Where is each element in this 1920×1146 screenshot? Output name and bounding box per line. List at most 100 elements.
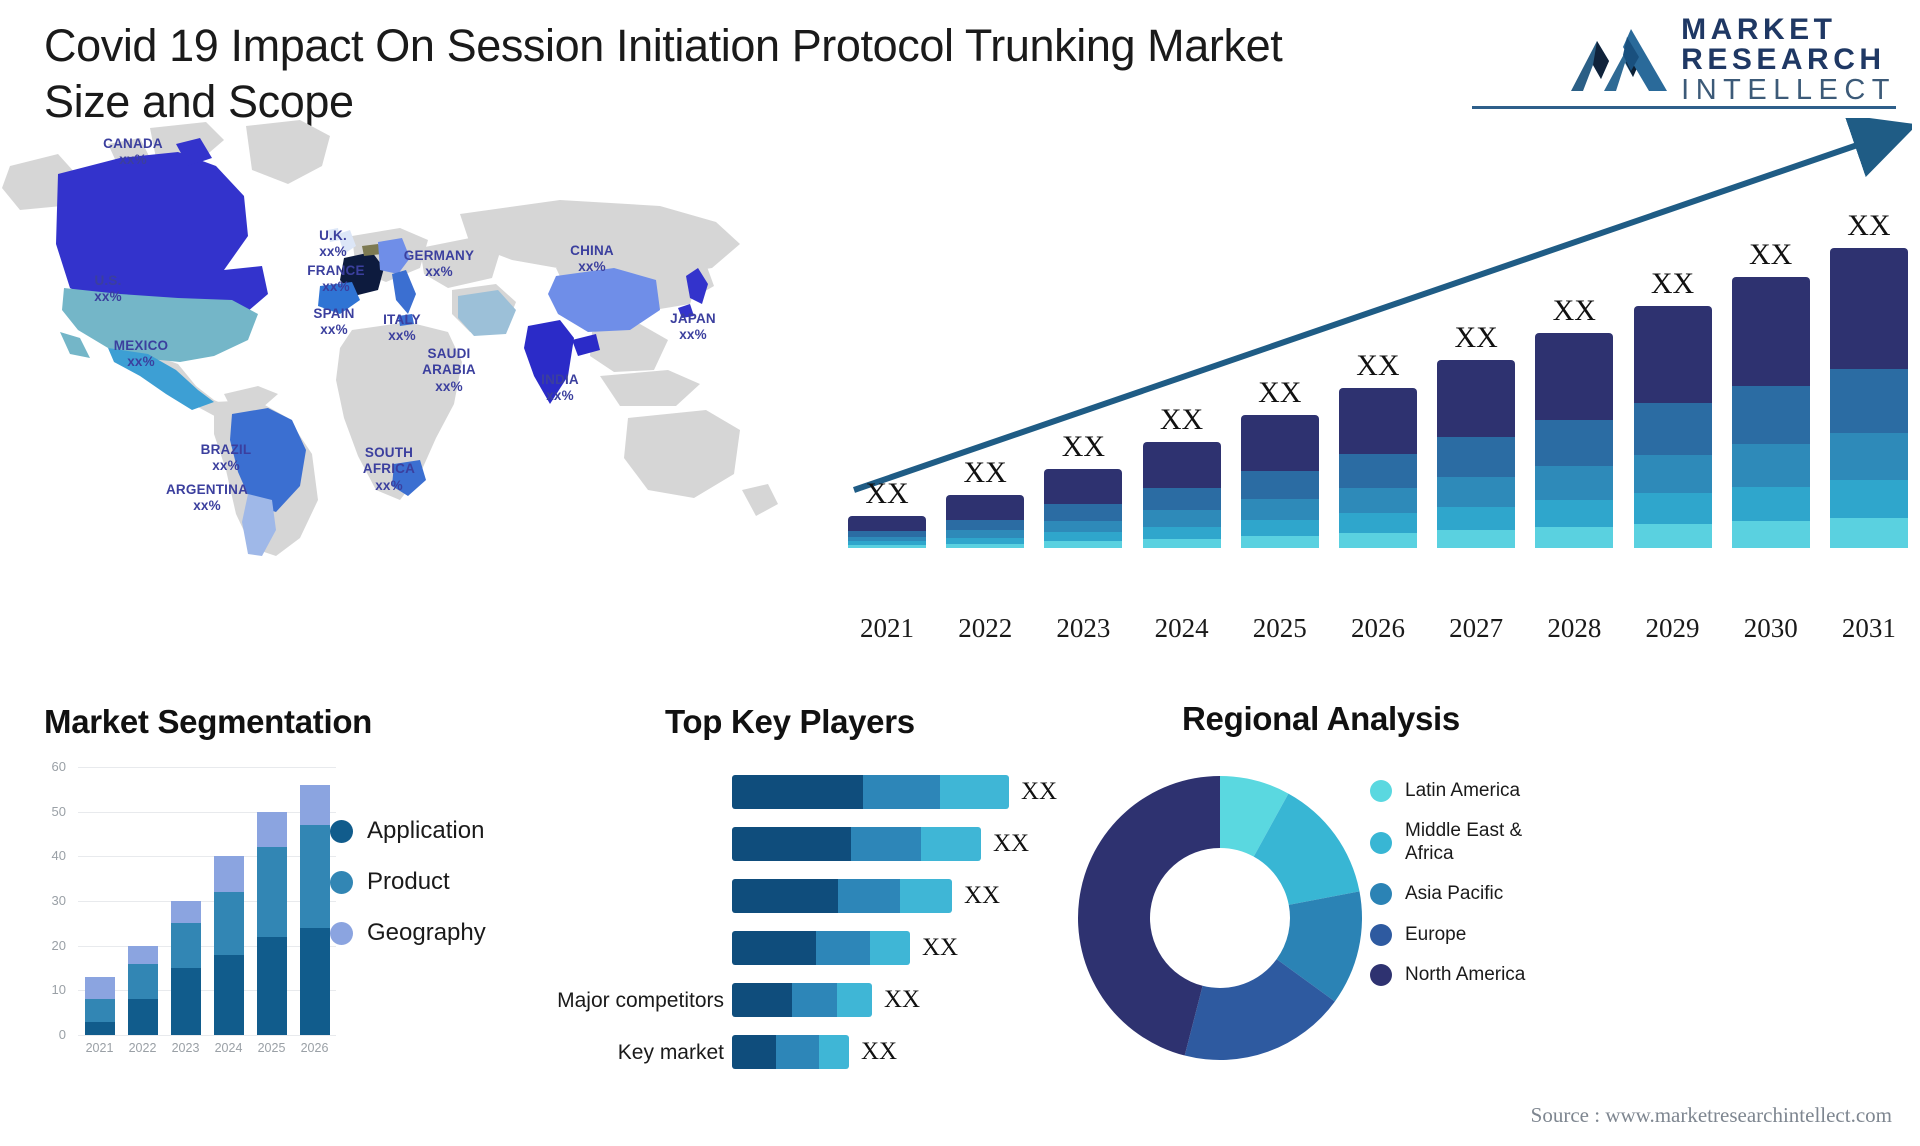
- key-player-value: XX: [922, 934, 959, 961]
- forecast-bar-segment-segment-2: [1633, 403, 1712, 455]
- regional-legend-item[interactable]: Middle East & Africa: [1370, 820, 1610, 865]
- forecast-bar-segment-segment-5: [1829, 518, 1908, 548]
- forecast-bar-stack: [1142, 442, 1221, 548]
- forecast-bar-2025: XX: [1240, 376, 1319, 548]
- market-size-forecast-chart: XX XX XX XX XX XX XX XX XX XX XX: [840, 118, 1912, 548]
- forecast-bar-segment-segment-4: [1142, 526, 1221, 540]
- forecast-bar-stack: [1535, 332, 1614, 548]
- market-segmentation-chart: 0 10 20 30 40 50 60 2021 2022 2023 2024 2025 2026 A…: [30, 755, 530, 1095]
- forecast-year-label: 2029: [1645, 613, 1700, 643]
- forecast-bar-value: XX: [963, 455, 1007, 489]
- regional-legend: Latin America Middle East & Africa Asia Pa…: [1370, 780, 1610, 987]
- key-player-segment-segment-3: [870, 931, 910, 965]
- key-player-bar: [732, 879, 952, 913]
- legend-swatch-icon: [1370, 964, 1392, 987]
- key-player-segment-segment-2: [792, 983, 837, 1017]
- map-label-mexico: MEXICO xx%: [96, 338, 186, 371]
- forecast-bar-segment-segment-3: [1338, 488, 1417, 514]
- regional-legend-label: Europe: [1405, 923, 1467, 945]
- map-label-germany: GERMANY xx%: [394, 248, 484, 281]
- forecast-year-label: 2022: [958, 613, 1013, 643]
- forecast-bar-2026: XX: [1338, 348, 1417, 548]
- map-country-name: SOUTH AFRICA: [362, 445, 416, 477]
- forecast-bar-segment-segment-3: [1829, 432, 1908, 480]
- forecast-bar-segment-segment-3: [1535, 465, 1614, 500]
- segmentation-legend-item[interactable]: Product: [330, 868, 486, 896]
- forecast-year-label: 2024: [1154, 613, 1209, 643]
- forecast-bar-segment-segment-4: [1044, 532, 1123, 542]
- forecast-year-label: 2030: [1743, 613, 1798, 643]
- forecast-bar-value: XX: [1356, 348, 1400, 382]
- legend-swatch-icon: [330, 921, 353, 945]
- segmentation-plot: [78, 767, 336, 1036]
- forecast-bar-segment-segment-1: [1240, 415, 1319, 472]
- map-country-value: xx%: [319, 244, 347, 260]
- forecast-bar-segment-segment-5: [848, 545, 926, 548]
- map-label-saudi-arabia: SAUDI ARABIA xx%: [412, 346, 486, 395]
- segmentation-segment-geography: [127, 945, 158, 964]
- world-map-panel: CANADA xx% U.S. xx% MEXICO xx% BRAZIL xx% ARGENT…: [0, 118, 820, 558]
- legend-swatch-icon: [330, 819, 353, 843]
- segmentation-bar-2022: [127, 945, 158, 1035]
- forecast-bar-stack: [1240, 415, 1319, 548]
- forecast-bar-segment-segment-2: [1142, 488, 1221, 511]
- map-country-value: xx%: [320, 322, 348, 338]
- segmentation-segment-geography: [213, 856, 244, 893]
- forecast-bar-segment-segment-4: [1633, 493, 1712, 525]
- forecast-bar-segment-segment-1: [1338, 387, 1417, 455]
- forecast-bar-stack: [1633, 305, 1712, 548]
- segmentation-x-tick: 2021: [85, 1041, 114, 1055]
- key-player-segment-segment-1: [732, 827, 851, 861]
- segmentation-segment-product: [256, 847, 287, 937]
- segmentation-x-tick: 2024: [214, 1041, 243, 1055]
- forecast-bar-segment-segment-5: [1437, 530, 1516, 548]
- map-label-u-s: U.S. xx%: [78, 273, 138, 306]
- forecast-bar-2028: XX: [1535, 294, 1614, 548]
- forecast-bar-segment-segment-1: [946, 494, 1025, 520]
- forecast-bar-segment-segment-2: [946, 519, 1025, 531]
- key-player-row: XX: [732, 827, 1029, 861]
- segmentation-y-tick: 50: [51, 803, 66, 819]
- segmentation-x-tick: 2023: [171, 1041, 200, 1055]
- regional-legend-item[interactable]: Latin America: [1370, 780, 1610, 803]
- segmentation-segment-application: [213, 954, 244, 1035]
- map-label-france: FRANCE xx%: [296, 263, 376, 296]
- regional-legend-label: Asia Pacific: [1405, 883, 1504, 905]
- forecast-bar-2030: XX: [1731, 238, 1810, 548]
- forecast-bars: XX XX XX XX XX XX XX XX XX XX XX: [848, 208, 1908, 548]
- map-country-value: xx%: [679, 327, 707, 343]
- map-country-name: INDIA: [541, 372, 579, 387]
- forecast-bar-segment-segment-3: [1240, 499, 1319, 520]
- segmentation-legend-item[interactable]: Application: [330, 817, 486, 845]
- key-player-segment-segment-2: [816, 931, 870, 965]
- segmentation-legend-item[interactable]: Geography: [330, 919, 486, 947]
- map-country-name: GERMANY: [403, 248, 475, 263]
- segmentation-gridline: [78, 1035, 336, 1036]
- key-player-segment-segment-2: [863, 775, 940, 809]
- forecast-bar-value: XX: [1454, 321, 1498, 355]
- regional-legend-item[interactable]: Europe: [1370, 924, 1610, 946]
- market-segmentation-title: Market Segmentation: [44, 703, 373, 740]
- regional-analysis-title: Regional Analysis: [1182, 700, 1460, 737]
- forecast-bar-segment-segment-2: [1829, 369, 1908, 433]
- regional-legend-item[interactable]: Asia Pacific: [1370, 883, 1610, 906]
- key-player-row: XX: [732, 931, 958, 965]
- key-player-bar: [732, 1035, 849, 1069]
- map-country-name: U.S.: [94, 273, 122, 288]
- forecast-bar-segment-segment-3: [1142, 510, 1221, 527]
- forecast-bar-segment-segment-1: [1437, 360, 1516, 438]
- segmentation-bar-2024: [213, 856, 244, 1035]
- infographic-page: Covid 19 Impact On Session Initiation Pr…: [0, 0, 1920, 1146]
- key-player-segment-segment-2: [838, 879, 900, 913]
- map-country-value: xx%: [388, 328, 416, 344]
- forecast-bar-segment-segment-4: [1731, 486, 1810, 522]
- forecast-bar-segment-segment-5: [1731, 521, 1810, 548]
- segmentation-bar-2025: [256, 811, 287, 1035]
- forecast-year-label: 2027: [1449, 613, 1504, 643]
- key-player-segment-segment-1: [732, 879, 838, 913]
- regional-legend-item[interactable]: North America: [1370, 964, 1610, 987]
- forecast-bar-segment-segment-3: [946, 530, 1025, 538]
- key-player-segment-segment-2: [851, 827, 921, 861]
- forecast-bar-2024: XX: [1142, 403, 1221, 548]
- forecast-bar-segment-segment-5: [1044, 541, 1123, 548]
